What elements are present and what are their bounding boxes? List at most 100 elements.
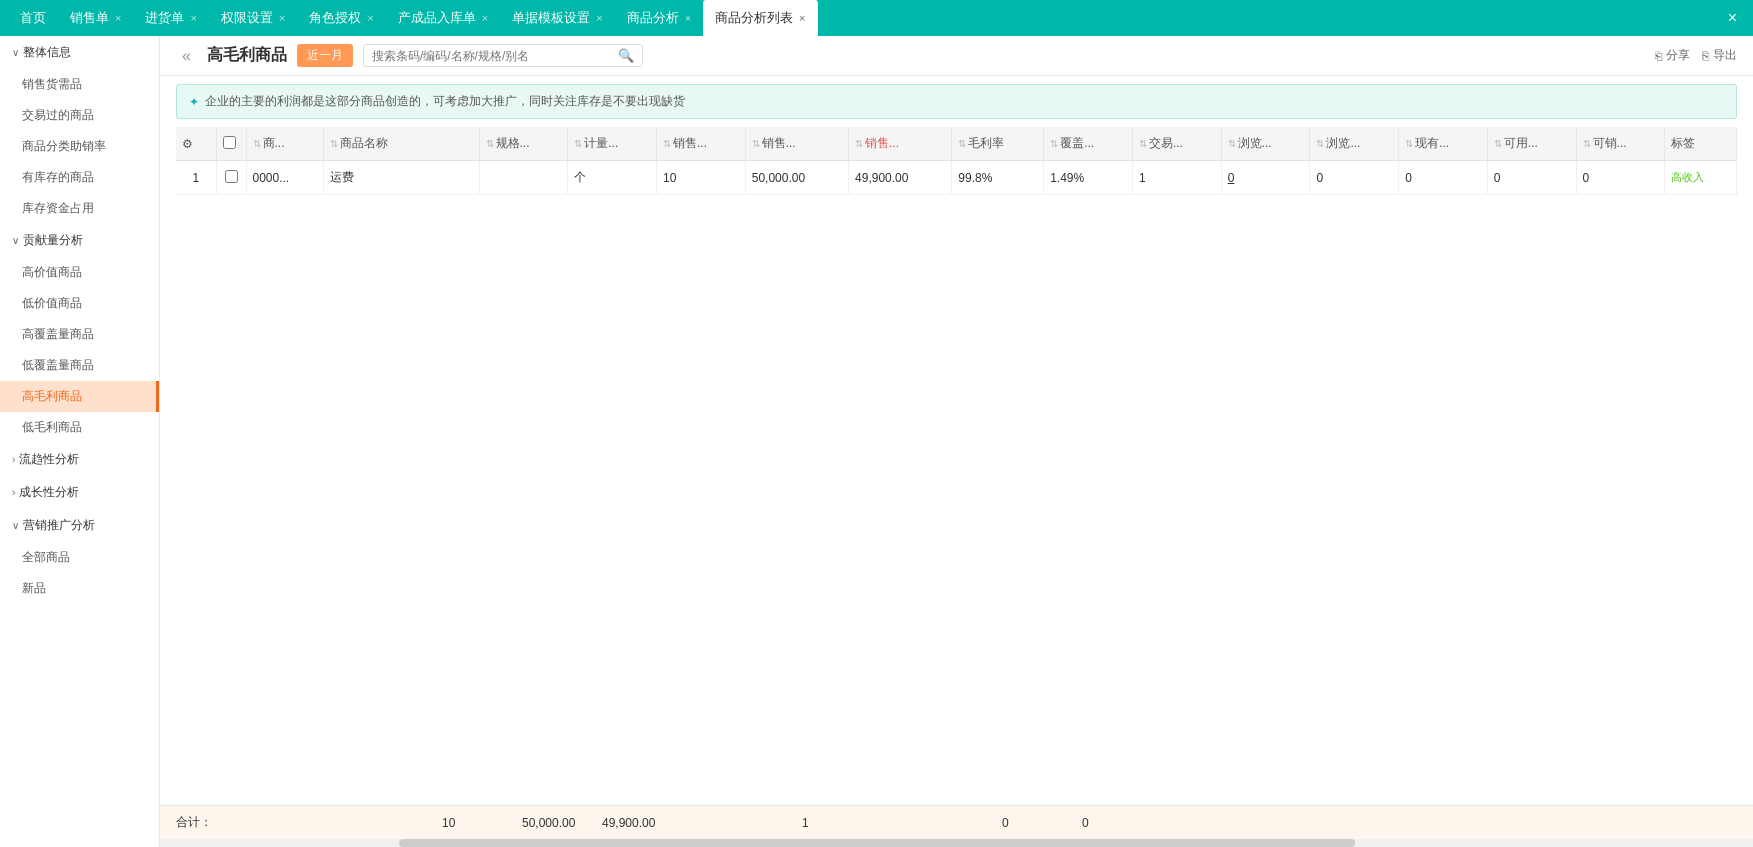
close-analysis-list-tab[interactable]: × [799, 12, 805, 24]
nav-tab-analysis-list[interactable]: 商品分析列表 × [703, 0, 817, 36]
sidebar-item-low-coverage[interactable]: 低覆盖量商品 [0, 350, 159, 381]
nav-tab-template[interactable]: 单据模板设置 × [500, 0, 614, 36]
chevron-down-icon: ∨ [12, 235, 19, 246]
nav-tab-permission[interactable]: 权限设置 × [209, 0, 297, 36]
sidebar-group-contribution[interactable]: ∨ 贡献量分析 [0, 224, 159, 257]
close-role-tab[interactable]: × [367, 12, 373, 24]
share-button[interactable]: ⎗ 分享 [1655, 47, 1690, 64]
footer-spacer1 [676, 816, 796, 830]
content-area: « 高毛利商品 近一月 🔍 ⎗ 分享 ⎘ 导出 [160, 36, 1753, 847]
row-gross-rate: 99.8% [952, 161, 1044, 195]
row-current: 0 [1399, 161, 1488, 195]
scrollbar-thumb[interactable] [399, 839, 1355, 847]
sidebar: ∨ 整体信息 销售货需品 交易过的商品 商品分类助销率 有库存的商品 库存资金占… [0, 36, 160, 847]
close-permission-tab[interactable]: × [279, 12, 285, 24]
nav-tab-sales[interactable]: 销售单 × [58, 0, 133, 36]
col-current[interactable]: ⇅现有... [1399, 127, 1488, 161]
info-icon: ✦ [189, 95, 199, 109]
select-all-checkbox[interactable] [223, 136, 236, 149]
sidebar-item-sales-need[interactable]: 销售货需品 [0, 69, 159, 100]
col-sellable[interactable]: ⇅可销... [1576, 127, 1665, 161]
col-coverage[interactable]: ⇅覆盖... [1044, 127, 1133, 161]
chevron-down-icon: ∨ [12, 47, 19, 58]
close-analysis-tab[interactable]: × [685, 12, 691, 24]
export-icon: ⎘ [1702, 49, 1709, 63]
footer-sales-amount-val: 50,000.00 [516, 816, 596, 830]
col-sales-profit[interactable]: ⇅销售... [849, 127, 952, 161]
col-settings[interactable]: ⚙ [176, 127, 216, 161]
sidebar-item-all-products[interactable]: 全部商品 [0, 542, 159, 573]
row-sales-profit: 49,900.00 [849, 161, 952, 195]
sidebar-item-traded[interactable]: 交易过的商品 [0, 100, 159, 131]
sidebar-group-trend[interactable]: › 流趋性分析 [0, 443, 159, 476]
nav-tab-role[interactable]: 角色授权 × [297, 0, 385, 36]
sidebar-item-in-stock[interactable]: 有库存的商品 [0, 162, 159, 193]
sidebar-item-high-margin[interactable]: 高毛利商品 [0, 381, 159, 412]
col-view2[interactable]: ⇅浏览... [1310, 127, 1399, 161]
table-container[interactable]: ⚙ ⇅商... ⇅商品名称 ⇅规格... ⇅计量... ⇅销售... ⇅销售..… [160, 127, 1753, 805]
sidebar-item-category-rate[interactable]: 商品分类助销率 [0, 131, 159, 162]
row-checkbox[interactable] [216, 161, 246, 195]
row-trade: 1 [1132, 161, 1221, 195]
nav-tab-purchase[interactable]: 进货单 × [133, 0, 208, 36]
col-checkbox[interactable] [216, 127, 246, 161]
row-view2: 0 [1310, 161, 1399, 195]
share-icon: ⎗ [1655, 49, 1662, 63]
col-gross-rate[interactable]: ⇅毛利率 [952, 127, 1044, 161]
row-available: 0 [1487, 161, 1576, 195]
sidebar-item-stock-capital[interactable]: 库存资金占用 [0, 193, 159, 224]
content-header: « 高毛利商品 近一月 🔍 ⎗ 分享 ⎘ 导出 [160, 36, 1753, 76]
chevron-right-icon: › [12, 487, 15, 498]
col-sales-qty[interactable]: ⇅销售... [656, 127, 745, 161]
nav-tab-product-in[interactable]: 产成品入库单 × [386, 0, 500, 36]
close-template-tab[interactable]: × [596, 12, 602, 24]
filter-period-button[interactable]: 近一月 [297, 44, 353, 67]
row-view1[interactable]: 0 [1221, 161, 1310, 195]
chevron-right-icon: › [12, 454, 15, 465]
sidebar-group-overall[interactable]: ∨ 整体信息 [0, 36, 159, 69]
sidebar-item-high-coverage[interactable]: 高覆盖量商品 [0, 319, 159, 350]
col-spec[interactable]: ⇅规格... [479, 127, 568, 161]
col-available[interactable]: ⇅可用... [1487, 127, 1576, 161]
nav-tab-analysis[interactable]: 商品分析 × [615, 0, 703, 36]
search-icon[interactable]: 🔍 [618, 48, 634, 63]
col-unit[interactable]: ⇅计量... [568, 127, 657, 161]
row-tag: 高收入 [1665, 161, 1737, 195]
nav-tab-home[interactable]: 首页 [8, 0, 58, 36]
horizontal-scrollbar[interactable] [160, 839, 1753, 847]
row-spec [479, 161, 568, 195]
tag-label: 高收入 [1671, 171, 1704, 183]
row-unit: 个 [568, 161, 657, 195]
sidebar-group-marketing[interactable]: ∨ 营销推广分析 [0, 509, 159, 542]
col-name[interactable]: ⇅商品名称 [323, 127, 479, 161]
sidebar-group-growth[interactable]: › 成长性分析 [0, 476, 159, 509]
col-sales-amount[interactable]: ⇅销售... [745, 127, 848, 161]
col-code[interactable]: ⇅商... [246, 127, 323, 161]
row-select-checkbox[interactable] [225, 170, 238, 183]
col-trade[interactable]: ⇅交易... [1132, 127, 1221, 161]
sidebar-item-low-value[interactable]: 低价值商品 [0, 288, 159, 319]
page-title: 高毛利商品 [207, 45, 287, 66]
footer-available-val: 0 [1076, 816, 1156, 830]
footer-total: 合计： 10 50,000.00 49,900.00 1 0 0 [160, 805, 1753, 839]
sidebar-collapse-button[interactable]: « [176, 45, 197, 67]
chevron-down-icon: ∨ [12, 520, 19, 531]
close-purchase-tab[interactable]: × [190, 12, 196, 24]
col-view1[interactable]: ⇅浏览... [1221, 127, 1310, 161]
export-button[interactable]: ⎘ 导出 [1702, 47, 1737, 64]
sidebar-item-low-margin[interactable]: 低毛利商品 [0, 412, 159, 443]
sidebar-item-high-value[interactable]: 高价值商品 [0, 257, 159, 288]
view1-link[interactable]: 0 [1228, 171, 1235, 185]
footer-sales-qty-val: 10 [436, 816, 516, 830]
close-sales-tab[interactable]: × [115, 12, 121, 24]
row-name: 运费 [323, 161, 479, 195]
header-actions: ⎗ 分享 ⎘ 导出 [1655, 47, 1737, 64]
row-sellable: 0 [1576, 161, 1665, 195]
close-all-tabs[interactable]: × [1720, 9, 1745, 27]
footer-label: 合计： [176, 814, 236, 831]
col-tag[interactable]: 标签 [1665, 127, 1737, 161]
close-product-in-tab[interactable]: × [482, 12, 488, 24]
search-input[interactable] [372, 49, 618, 63]
sidebar-item-new-products[interactable]: 新品 [0, 573, 159, 604]
settings-icon[interactable]: ⚙ [182, 137, 193, 151]
